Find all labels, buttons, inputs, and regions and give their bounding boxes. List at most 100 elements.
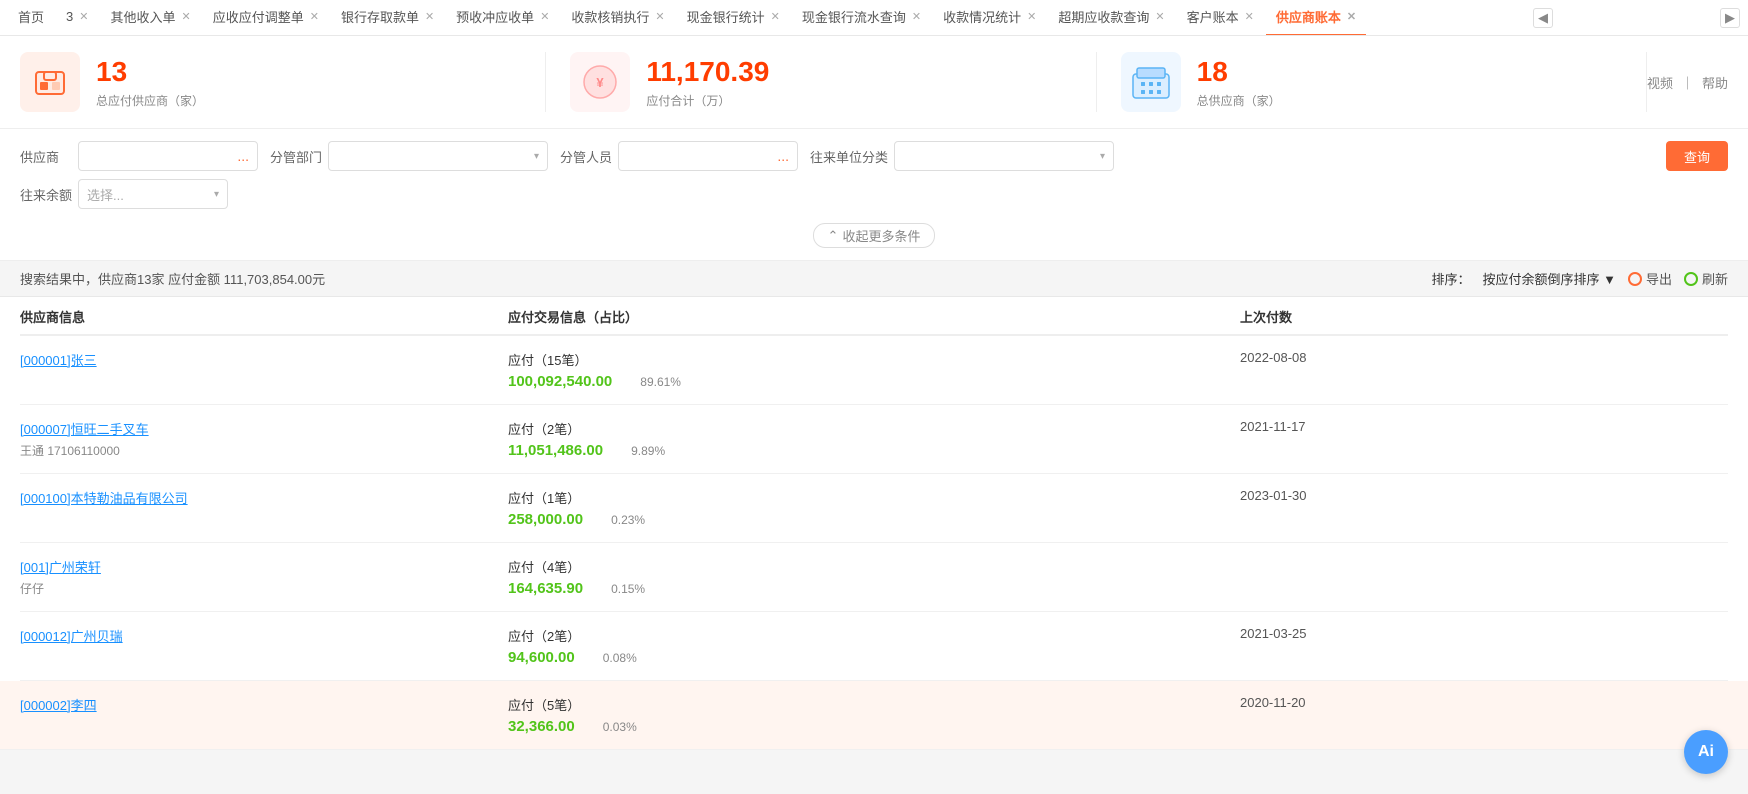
- payable-percent: 9.89%: [631, 444, 665, 458]
- export-icon: [1628, 272, 1642, 286]
- close-tab-receipt-stat[interactable]: ✕: [1027, 10, 1036, 23]
- nav-tab-cash-bank-flow[interactable]: 现金银行流水查询 ✕: [792, 0, 931, 36]
- sort-arrow-icon: ▼: [1603, 272, 1616, 287]
- filter-balance: 往来余额 选择... ▾: [20, 179, 228, 209]
- balance-filter-input[interactable]: 选择... ▾: [78, 179, 228, 209]
- nav-tab-3[interactable]: 3 ✕: [56, 0, 98, 36]
- payable-info-col: 应付（15笔） 100,092,540.00 89.61%: [508, 350, 1240, 390]
- supplier-link[interactable]: [000012]广州贝瑞: [20, 629, 123, 644]
- close-tab-3[interactable]: ✕: [79, 10, 88, 23]
- nav-tab-cash-bank-stat[interactable]: 现金银行统计 ✕: [677, 0, 790, 36]
- supplier-link[interactable]: [000100]本特勒油品有限公司: [20, 491, 188, 506]
- close-tab-cash-bank-stat[interactable]: ✕: [771, 10, 780, 23]
- refresh-button[interactable]: 刷新: [1684, 269, 1728, 288]
- supplier-link[interactable]: [000002]李四: [20, 698, 97, 713]
- payable-info-col: 应付（4笔） 164,635.90 0.15%: [508, 557, 1240, 597]
- close-tab-other-income[interactable]: ✕: [181, 10, 190, 23]
- svg-text:¥: ¥: [597, 75, 605, 90]
- payable-amount[interactable]: 164,635.90: [508, 580, 583, 597]
- col-header-lastpay: 上次付数: [1240, 307, 1728, 326]
- dept-filter-label: 分管部门: [270, 147, 322, 166]
- collapse-button[interactable]: ⌃ 收起更多条件: [813, 223, 936, 248]
- dept-filter-input[interactable]: ▾: [328, 141, 548, 171]
- filter-row-1: 供应商 ... 分管部门 ▾ 分管人员 ... 往来单位分类 ▾: [20, 141, 1728, 171]
- nav-tab-prepay-offset[interactable]: 预收冲应收单 ✕: [446, 0, 559, 36]
- nav-tab-receipt-stat[interactable]: 收款情况统计 ✕: [933, 0, 1046, 36]
- table-section: 供应商信息 应付交易信息（占比） 上次付数 [000001]张三 应付（15笔）…: [0, 297, 1748, 750]
- last-pay-col: 2021-11-17: [1240, 419, 1728, 434]
- refresh-icon: [1684, 272, 1698, 286]
- supplier-sub: 王通 17106110000: [20, 442, 508, 459]
- close-tab-cash-bank-flow[interactable]: ✕: [912, 10, 921, 23]
- category-filter-input[interactable]: ▾: [894, 141, 1114, 171]
- payable-percent: 89.61%: [640, 375, 681, 389]
- supplier-filter-input[interactable]: ...: [78, 141, 258, 171]
- export-button[interactable]: 导出: [1628, 269, 1672, 288]
- supplier-ellipsis-icon: ...: [237, 148, 249, 164]
- nav-prev-arrow[interactable]: ◀: [1533, 8, 1553, 28]
- right-tools: 排序： 按应付余额倒序排序 ▼ 导出 刷新: [1431, 269, 1728, 288]
- supplier-info-col: [000007]恒旺二手叉车 王通 17106110000: [20, 419, 508, 459]
- close-tab-ar-ap-adjust[interactable]: ✕: [310, 10, 319, 23]
- help-link[interactable]: 帮助: [1702, 73, 1728, 92]
- payable-info-col: 应付（2笔） 11,051,486.00 9.89%: [508, 419, 1240, 459]
- filter-section: 供应商 ... 分管部门 ▾ 分管人员 ... 往来单位分类 ▾: [0, 129, 1748, 261]
- payable-percent: 0.15%: [611, 582, 645, 596]
- person-filter-input[interactable]: ...: [618, 141, 798, 171]
- payable-amount[interactable]: 32,366.00: [508, 718, 575, 735]
- payable-amount[interactable]: 258,000.00: [508, 511, 583, 528]
- nav-next-arrow[interactable]: ▶: [1720, 8, 1740, 28]
- payable-percent: 0.03%: [603, 720, 637, 734]
- payable-amount[interactable]: 100,092,540.00: [508, 373, 612, 390]
- table-row: [000100]本特勒油品有限公司 应付（1笔） 258,000.00 0.23…: [20, 474, 1728, 543]
- top-navigation: 首页 3 ✕ 其他收入单 ✕ 应收应付调整单 ✕ 银行存取款单 ✕ 预收冲应收单…: [0, 0, 1748, 36]
- total-suppliers-number: 18: [1197, 55, 1622, 89]
- total-suppliers-icon: [1121, 52, 1181, 112]
- nav-tab-other-income[interactable]: 其他收入单 ✕: [100, 0, 200, 36]
- close-tab-customer-book[interactable]: ✕: [1245, 10, 1254, 23]
- supplier-filter-label: 供应商: [20, 147, 72, 166]
- filter-supplier: 供应商 ...: [20, 141, 258, 171]
- payable-label: 应付（2笔）: [508, 419, 1240, 438]
- nav-tab-home[interactable]: 首页: [8, 0, 54, 36]
- total-payable-icon: ¥: [570, 52, 630, 112]
- sort-value[interactable]: 按应付余额倒序排序 ▼: [1482, 269, 1616, 288]
- supplier-link[interactable]: [000001]张三: [20, 353, 97, 368]
- nav-tab-overdue-query[interactable]: 超期应收款查询 ✕: [1048, 0, 1174, 36]
- nav-tab-customer-book[interactable]: 客户账本 ✕: [1177, 0, 1264, 36]
- supplier-link[interactable]: [000007]恒旺二手叉车: [20, 422, 149, 437]
- close-tab-supplier-book[interactable]: ✕: [1347, 10, 1356, 23]
- video-link[interactable]: 视频: [1647, 73, 1673, 92]
- person-ellipsis-icon: ...: [777, 148, 789, 164]
- payable-amount-row: 164,635.90 0.15%: [508, 578, 1240, 597]
- payable-label: 应付（1笔）: [508, 488, 1240, 507]
- close-tab-receipt-verify[interactable]: ✕: [655, 10, 664, 23]
- nav-tab-bank-deposit[interactable]: 银行存取款单 ✕: [331, 0, 444, 36]
- col-header-supplier: 供应商信息: [20, 307, 508, 326]
- payable-amount[interactable]: 11,051,486.00: [508, 442, 603, 459]
- payable-amount[interactable]: 94,600.00: [508, 649, 575, 666]
- nav-tab-receipt-verify[interactable]: 收款核销执行 ✕: [561, 0, 674, 36]
- payable-label: 应付（5笔）: [508, 695, 1240, 714]
- link-separator: ｜: [1681, 73, 1694, 92]
- last-pay-col: 2023-01-30: [1240, 488, 1728, 503]
- supplier-link[interactable]: [001]广州荣轩: [20, 560, 101, 575]
- top-right-links: 视频 ｜ 帮助: [1647, 73, 1728, 92]
- close-tab-overdue-query[interactable]: ✕: [1155, 10, 1164, 23]
- query-button[interactable]: 查询: [1666, 141, 1728, 171]
- close-tab-bank-deposit[interactable]: ✕: [425, 10, 434, 23]
- balance-dropdown-icon: ▾: [214, 189, 219, 200]
- ai-button[interactable]: Ai: [1684, 730, 1728, 774]
- nav-tab-supplier-book[interactable]: 供应商账本 ✕: [1266, 0, 1366, 36]
- sort-label: 排序：: [1431, 269, 1470, 288]
- close-tab-prepay-offset[interactable]: ✕: [540, 10, 549, 23]
- last-pay-date: 2021-11-17: [1240, 419, 1306, 434]
- supplier-info-col: [000001]张三: [20, 350, 508, 369]
- nav-tab-ar-ap-adjust[interactable]: 应收应付调整单 ✕: [203, 0, 329, 36]
- collapse-bar: ⌃ 收起更多条件: [20, 217, 1728, 252]
- payable-info-col: 应付（1笔） 258,000.00 0.23%: [508, 488, 1240, 528]
- payable-label: 应付（2笔）: [508, 626, 1240, 645]
- supplier-info-col: [001]广州荣轩 仔仔: [20, 557, 508, 597]
- category-dropdown-icon: ▾: [1100, 151, 1105, 162]
- payable-info-col: 应付（5笔） 32,366.00 0.03%: [508, 695, 1240, 735]
